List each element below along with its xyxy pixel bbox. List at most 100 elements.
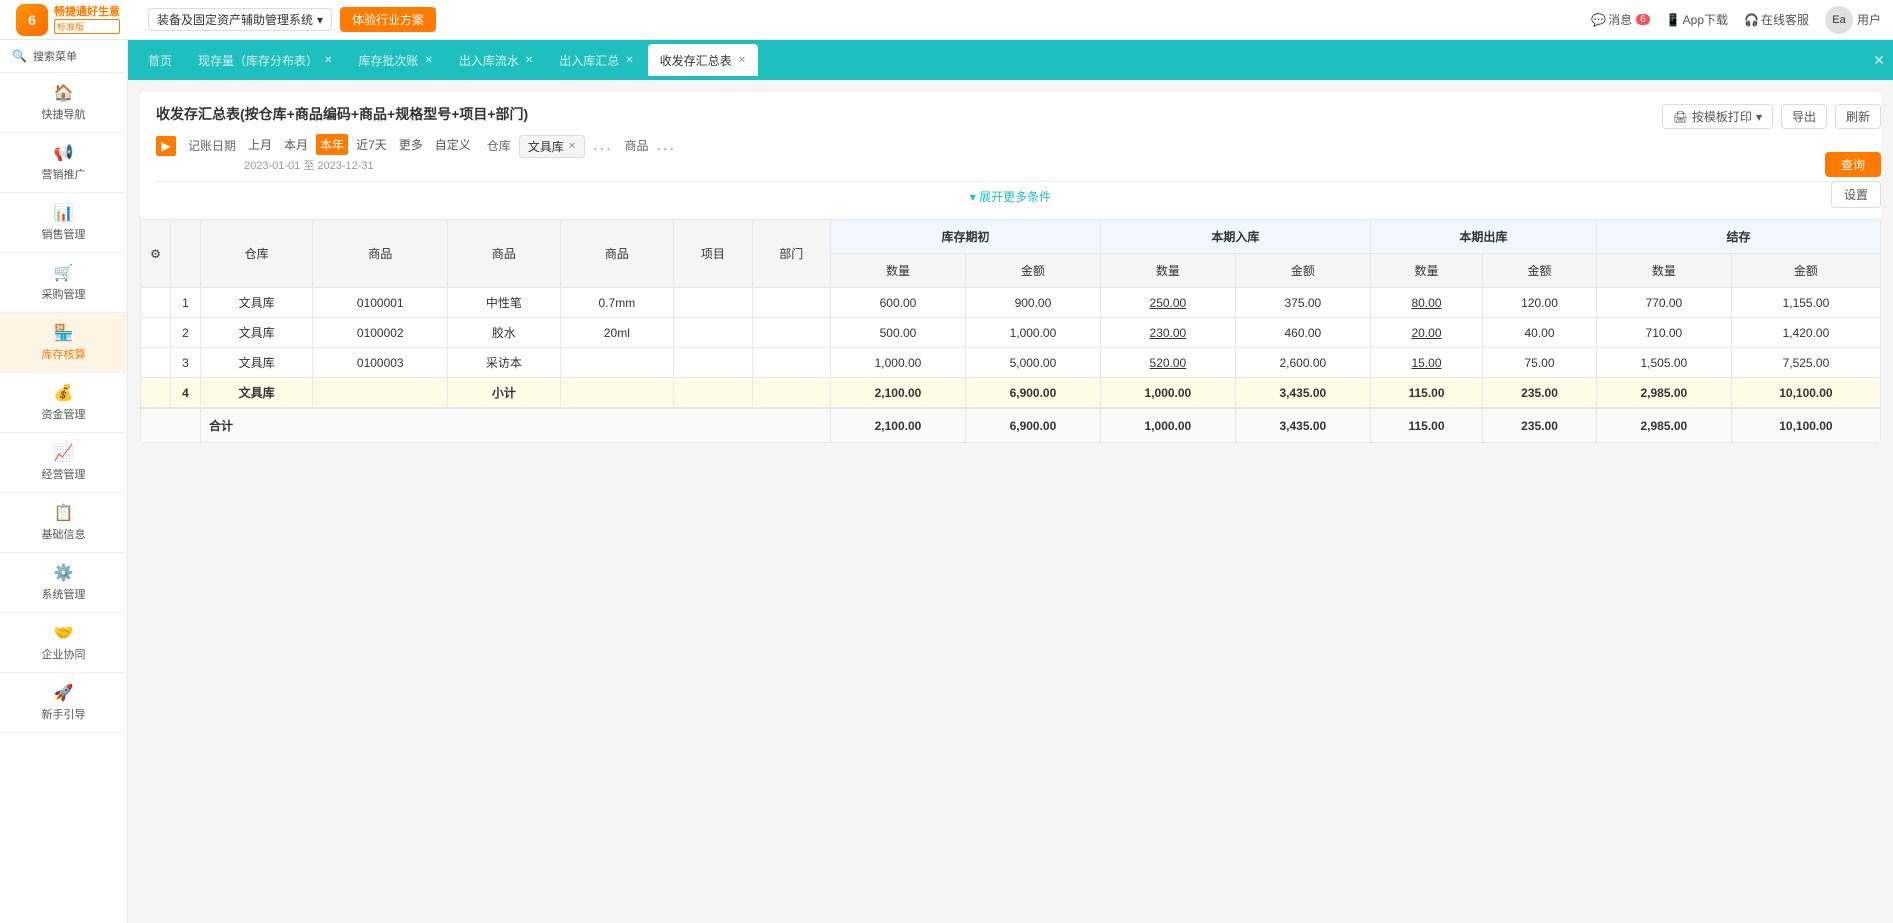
row-dept xyxy=(752,288,830,318)
user-label: 用户 xyxy=(1857,11,1881,28)
row-out-qty[interactable]: 20.00 xyxy=(1370,318,1482,348)
app-container: 6 畅捷通好生意 标准版 装备及固定资产辅助管理系统 ▾ 体验行业方案 💬 消息… xyxy=(0,0,1893,923)
query-button[interactable]: 查询 xyxy=(1825,152,1881,177)
settings-button[interactable]: 设置 xyxy=(1831,181,1881,208)
row-close-qty: 2,985.00 xyxy=(1596,378,1731,409)
app-logo: 6 xyxy=(16,4,48,36)
tab-batch[interactable]: 库存批次账 ✕ xyxy=(346,44,444,76)
tab-flow[interactable]: 出入库流水 ✕ xyxy=(447,44,545,76)
sidebar-item-purchase[interactable]: 🛒 采购管理 xyxy=(0,253,127,313)
export-button[interactable]: 导出 xyxy=(1781,104,1827,129)
app-download-label: App下载 xyxy=(1683,11,1728,28)
tab-receive-summary-close[interactable]: ✕ xyxy=(738,55,746,66)
row-in-qty[interactable]: 250.00 xyxy=(1100,288,1235,318)
content-area: 首页 现存量（库存分布表） ✕ 库存批次账 ✕ 出入库流水 ✕ 出入库汇总 ✕ xyxy=(128,40,1893,923)
date-btn-7days[interactable]: 近7天 xyxy=(352,134,391,155)
row-project xyxy=(674,378,752,409)
sidebar-item-guide[interactable]: 🚀 新手引导 xyxy=(0,673,127,733)
row-goods-spec xyxy=(560,348,674,378)
footer-out-amt: 235.00 xyxy=(1483,408,1597,443)
row-close-qty: 770.00 xyxy=(1596,288,1731,318)
date-btn-this-month[interactable]: 本月 xyxy=(280,134,312,155)
tab-stock[interactable]: 现存量（库存分布表） ✕ xyxy=(186,44,344,76)
online-service-label: 在线客服 xyxy=(1761,11,1809,28)
expand-conditions-btn[interactable]: ▾ 展开更多条件 xyxy=(156,181,1865,211)
row-warehouse: 文具库 xyxy=(201,348,313,378)
sidebar-item-enterprise[interactable]: 🤝 企业协同 xyxy=(0,613,127,673)
row-out-amt: 75.00 xyxy=(1483,348,1597,378)
filter-toggle-btn[interactable]: ▶ xyxy=(156,136,176,156)
app-tag: 标准版 xyxy=(54,19,120,34)
date-btn-this-year[interactable]: 本年 xyxy=(316,134,348,155)
system-selector[interactable]: 装备及固定资产辅助管理系统 ▾ xyxy=(148,8,332,31)
footer-close-amt: 10,100.00 xyxy=(1731,408,1880,443)
sidebar-item-marketing[interactable]: 📢 营销推广 xyxy=(0,133,127,193)
experience-btn[interactable]: 体验行业方案 xyxy=(340,7,436,32)
row-in-qty[interactable]: 520.00 xyxy=(1100,348,1235,378)
row-checkbox xyxy=(141,288,171,318)
row-out-qty[interactable]: 80.00 xyxy=(1370,288,1482,318)
row-index: 4 xyxy=(171,378,201,409)
header-actions: 🖨 按模板打印 ▾ 导出 刷新 xyxy=(1662,104,1881,129)
sidebar-item-finance[interactable]: 💰 资金管理 xyxy=(0,373,127,433)
sidebar-item-baseinfo[interactable]: 📋 基础信息 xyxy=(0,493,127,553)
table-col-warehouse: 仓库 xyxy=(201,220,313,288)
tab-flow-close[interactable]: ✕ xyxy=(525,55,533,66)
date-filter: 上月 本月 本年 近7天 更多 自定义 2023-01-01 至 2023-12… xyxy=(244,134,475,173)
online-service-item[interactable]: 🎧 在线客服 xyxy=(1744,11,1809,28)
goods-filter: 商品 ... xyxy=(625,134,676,158)
tab-home[interactable]: 首页 xyxy=(136,44,184,76)
sidebar-item-inventory[interactable]: 🏪 库存核算 xyxy=(0,313,127,373)
tab-summary-label: 出入库汇总 xyxy=(559,52,619,69)
row-in-qty[interactable]: 230.00 xyxy=(1100,318,1235,348)
date-btn-prev-month[interactable]: 上月 xyxy=(244,134,276,155)
sidebar-item-sales[interactable]: 📊 销售管理 xyxy=(0,193,127,253)
footer-open-amt: 6,900.00 xyxy=(965,408,1100,443)
inventory-icon: 🏪 xyxy=(54,323,74,343)
warehouse-tag-close[interactable]: ✕ xyxy=(568,141,576,152)
tab-receive-summary[interactable]: 收发存汇总表 ✕ xyxy=(648,44,758,76)
tab-flow-label: 出入库流水 xyxy=(459,52,519,69)
sidebar-item-label-baseinfo: 基础信息 xyxy=(42,526,86,542)
user-item[interactable]: Ea 用户 xyxy=(1825,6,1881,34)
table-col-settings[interactable]: ⚙ xyxy=(141,220,171,288)
print-button[interactable]: 🖨 按模板打印 ▾ xyxy=(1662,104,1773,129)
table-col-goods-code: 商品 xyxy=(313,220,448,288)
tab-bar: 首页 现存量（库存分布表） ✕ 库存批次账 ✕ 出入库流水 ✕ 出入库汇总 ✕ xyxy=(128,40,1893,80)
table-group-inbound: 本期入库 xyxy=(1100,220,1370,254)
row-checkbox xyxy=(141,348,171,378)
sidebar-item-label-purchase: 采购管理 xyxy=(42,286,86,302)
row-goods-name: 采访本 xyxy=(448,348,560,378)
app-download-item[interactable]: 📱 App下载 xyxy=(1666,11,1728,28)
sidebar-item-quicknav[interactable]: 🏠 快捷导航 xyxy=(0,73,127,133)
baseinfo-icon: 📋 xyxy=(54,503,74,523)
tab-summary-close[interactable]: ✕ xyxy=(625,55,633,66)
table-col-out-amt: 金额 xyxy=(1483,254,1597,288)
sidebar-item-search[interactable]: 🔍 搜索菜单 xyxy=(0,40,127,73)
date-buttons: 上月 本月 本年 近7天 更多 自定义 xyxy=(244,134,475,155)
table-col-open-qty: 数量 xyxy=(831,254,966,288)
row-goods-code: 0100003 xyxy=(313,348,448,378)
date-btn-custom[interactable]: 自定义 xyxy=(431,134,475,155)
goods-more-btn[interactable]: ... xyxy=(657,137,676,155)
row-goods-spec xyxy=(560,378,674,409)
sidebar-item-label-guide: 新手引导 xyxy=(42,706,86,722)
tab-stock-close[interactable]: ✕ xyxy=(324,55,332,66)
warehouse-more-btn[interactable]: ... xyxy=(593,137,612,155)
row-out-qty[interactable]: 15.00 xyxy=(1370,348,1482,378)
refresh-button[interactable]: 刷新 xyxy=(1835,104,1881,129)
message-item[interactable]: 💬 消息 6 xyxy=(1591,11,1650,28)
mobile-icon: 📱 xyxy=(1666,13,1681,27)
app-title-block: 畅捷通好生意 标准版 xyxy=(54,5,120,34)
row-goods-name: 胶水 xyxy=(448,318,560,348)
row-checkbox xyxy=(141,318,171,348)
tab-batch-close[interactable]: ✕ xyxy=(424,55,432,66)
tab-bar-close-icon[interactable]: ✕ xyxy=(1873,52,1885,69)
row-warehouse: 文具库 xyxy=(201,318,313,348)
date-btn-more[interactable]: 更多 xyxy=(395,134,427,155)
sidebar-item-label-operations: 经营管理 xyxy=(42,466,86,482)
tab-summary[interactable]: 出入库汇总 ✕ xyxy=(547,44,645,76)
sidebar-item-operations[interactable]: 📈 经营管理 xyxy=(0,433,127,493)
footer-label-cell xyxy=(141,408,201,443)
sidebar-item-system[interactable]: ⚙️ 系统管理 xyxy=(0,553,127,613)
